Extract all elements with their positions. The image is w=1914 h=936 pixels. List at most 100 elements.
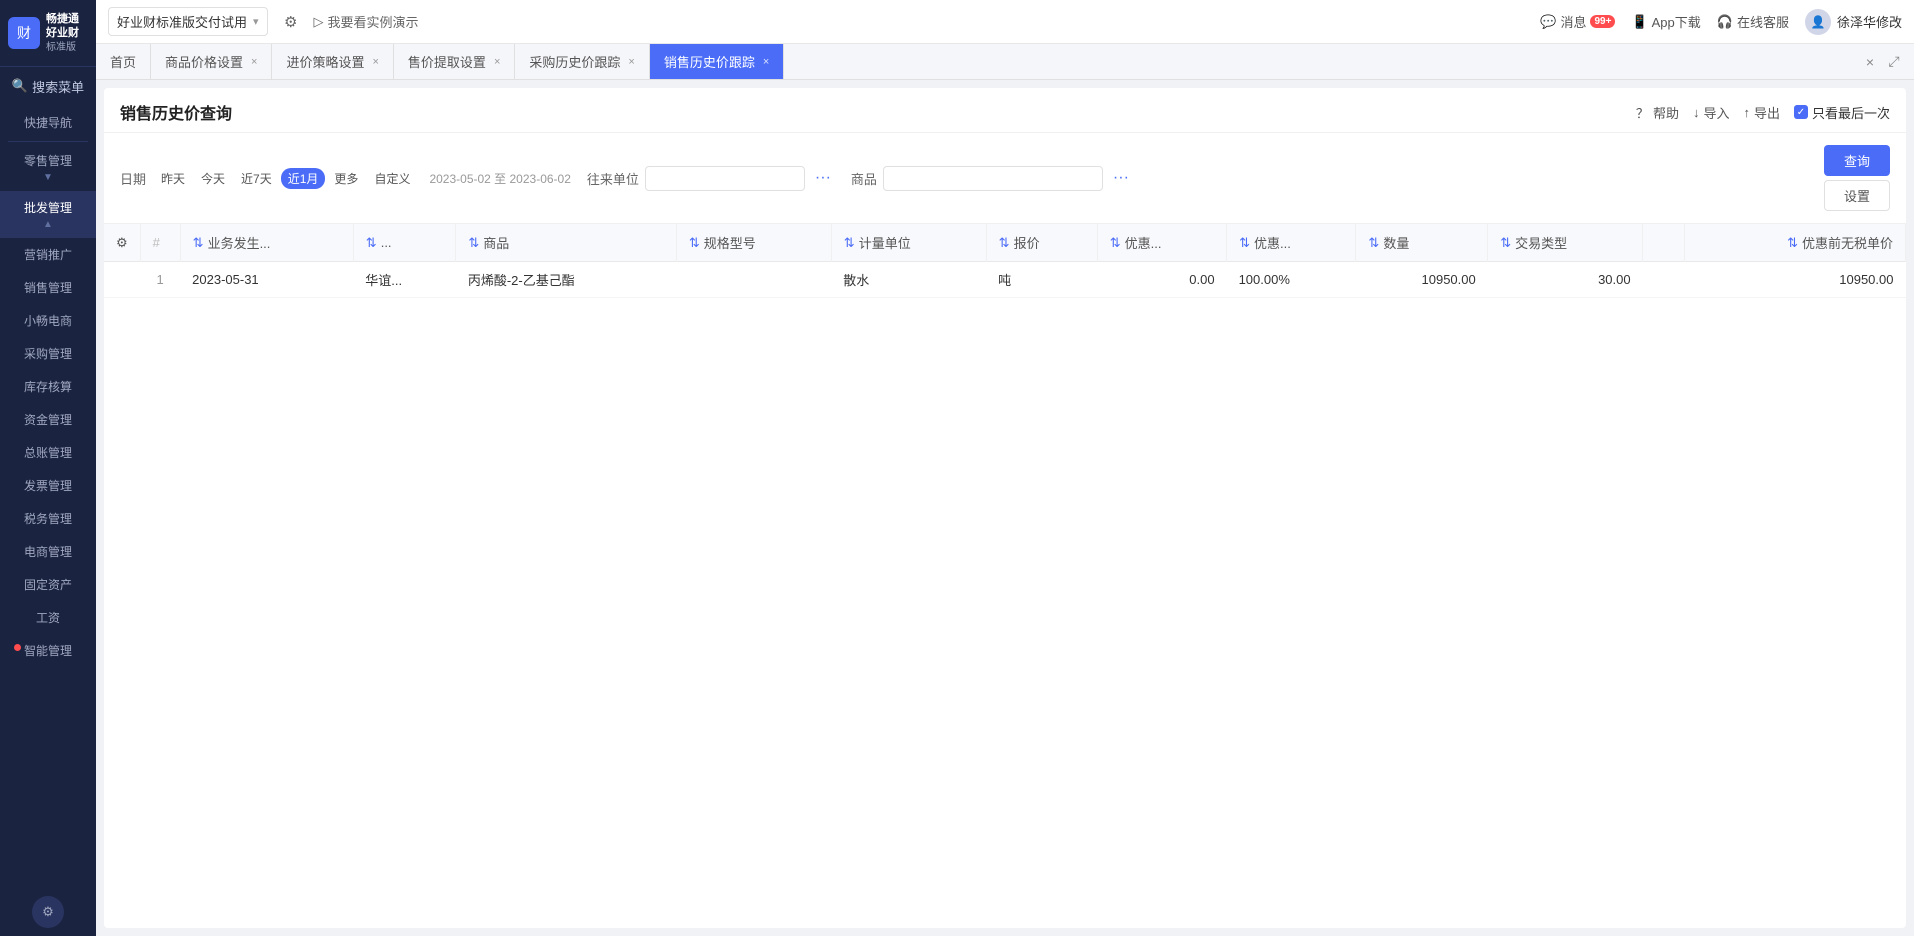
version-chevron-icon: ▾ [253,15,259,28]
td-txtype [1643,262,1685,298]
page-header-actions: ？ 帮助 ↓ 导入 ↑ 导出 ✓ 只看最后一次 [1636,103,1890,122]
logo-text: 畅捷通好业财 标准版 [46,12,88,54]
tab-sales-history[interactable]: 销售历史价跟踪 × [650,44,784,80]
only-last-checkbox[interactable]: ✓ 只看最后一次 [1794,103,1890,122]
sidebar-item-ecommerce[interactable]: 电商管理 [0,535,96,568]
query-button[interactable]: 查询 [1824,145,1890,176]
product-input[interactable] [883,166,1103,191]
sidebar: 财 畅捷通好业财 标准版 🔍 搜索菜单 快捷导航 零售管理 ▼ 批发管理 ▲ 营… [0,0,96,936]
sidebar-item-quick-nav[interactable]: 快捷导航 [0,106,96,139]
sidebar-item-wholesale[interactable]: 批发管理 ▲ [0,191,96,238]
th-gear[interactable]: ⚙ [104,224,140,262]
settings-button[interactable]: 设置 [1824,180,1890,211]
sidebar-settings-button[interactable]: ⚙ [32,896,64,928]
sidebar-item-purchase[interactable]: 采购管理 [0,337,96,370]
th-spec[interactable]: ⇅ 规格型号 [676,224,831,262]
table-row[interactable]: 1 2023-05-31 华谊... 丙烯酸-2-乙基己酯 [104,262,1906,298]
close-tab-panel-button[interactable]: × [1858,50,1882,74]
sidebar-item-assets[interactable]: 固定资产 [0,568,96,601]
wholesale-expand-icon: ▲ [43,219,53,230]
date-filter-group: 日期 昨天 今天 近7天 近1月 更多 自定义 2023-05-02 至 202… [120,168,571,189]
th-price[interactable]: ⇅ 报价 [986,224,1097,262]
sort-date-icon: ⇅ [193,235,204,251]
version-selector[interactable]: 好业财标准版交付试用 ▾ [108,7,268,36]
th-qty[interactable]: ⇅ 数量 [1356,224,1488,262]
tab-home[interactable]: 首页 [96,44,151,80]
product-filter-group: 商品 ··· [851,166,1133,191]
source-picker-button[interactable]: ··· [811,169,835,187]
td-discount1: 100.00% [1227,262,1356,298]
demo-button[interactable]: ▷ 我要看实例演示 [313,12,418,31]
source-input[interactable] [645,166,805,191]
tab-purchase-strategy[interactable]: 进价策略设置 × [272,44,393,80]
sidebar-item-finance[interactable]: 资金管理 [0,403,96,436]
user-menu-button[interactable]: 👤 徐泽华修改 [1805,9,1902,35]
th-seq: # [140,224,180,262]
source-filter-label: 往来单位 [587,169,639,188]
topbar-actions: 💬 消息 99+ 📱 App下载 🎧 在线客服 👤 徐泽华修改 [1540,9,1902,35]
tab-close-purchase-history[interactable]: × [628,56,634,68]
sidebar-bottom: ⚙ [0,888,96,936]
logo-icon: 财 [8,17,40,49]
tab-close-sales-history[interactable]: × [763,56,769,68]
topbar-settings-button[interactable]: ⚙ [280,9,301,35]
app-download-button[interactable]: 📱 App下载 [1631,12,1700,31]
sidebar-item-retail[interactable]: 零售管理 ▼ [0,144,96,191]
th-pretax[interactable]: ⇅ 优惠前无税单价 [1685,224,1906,262]
export-button[interactable]: ↑ 导出 [1743,103,1780,122]
check-icon: ✓ [1797,107,1805,118]
sidebar-item-inventory[interactable]: 库存核算 [0,370,96,403]
tab-sale-extract[interactable]: 售价提取设置 × [394,44,515,80]
sort-txtype-icon: ⇅ [1500,235,1511,251]
table-header-row: ⚙ # ⇅ 业务发生... ⇅ [104,224,1906,262]
td-price: 0.00 [1097,262,1226,298]
sort-unit-icon: ⇅ [844,235,855,251]
tab-close-sale-extract[interactable]: × [494,56,500,68]
tab-close-purchase-strategy[interactable]: × [372,56,378,68]
date-custom-button[interactable]: 自定义 [367,168,417,189]
tab-price-setting[interactable]: 商品价格设置 × [151,44,272,80]
checkbox-icon: ✓ [1794,105,1808,119]
date-last7-button[interactable]: 近7天 [234,168,279,189]
sidebar-divider-1 [8,141,88,142]
date-last1m-button[interactable]: 近1月 [281,168,326,189]
th-discount2[interactable]: ⇅ 优惠... [1227,224,1356,262]
th-unit[interactable]: ⇅ 计量单位 [831,224,986,262]
td-qty: 30.00 [1488,262,1643,298]
tab-close-price-setting[interactable]: × [251,56,257,68]
import-button[interactable]: ↓ 导入 [1693,103,1730,122]
sidebar-item-ecommerce-small[interactable]: 小畅电商 [0,304,96,337]
sidebar-item-sales[interactable]: 销售管理 [0,271,96,304]
td-gear [104,262,140,298]
date-more-button[interactable]: 更多 [327,168,365,189]
sidebar-item-accounting[interactable]: 总账管理 [0,436,96,469]
td-more: 华谊... [353,262,456,298]
sidebar-item-invoice[interactable]: 发票管理 [0,469,96,502]
avatar: 👤 [1805,9,1831,35]
expand-tab-panel-button[interactable]: ⤢ [1882,50,1906,74]
sidebar-item-marketing[interactable]: 营销推广 [0,238,96,271]
td-unit: 散水 [831,262,986,298]
sidebar-item-salary[interactable]: 工资 [0,601,96,634]
tab-purchase-history[interactable]: 采购历史价跟踪 × [515,44,649,80]
date-yesterday-button[interactable]: 昨天 [154,168,192,189]
sidebar-item-tax[interactable]: 税务管理 [0,502,96,535]
th-date[interactable]: ⇅ 业务发生... [180,224,353,262]
sidebar-search[interactable]: 🔍 搜索菜单 [0,67,96,106]
help-button[interactable]: ？ 帮助 [1636,103,1679,122]
sidebar-item-smart[interactable]: 智能管理 [0,634,96,667]
help-icon: ？ [1636,103,1649,122]
online-service-button[interactable]: 🎧 在线客服 [1717,12,1789,31]
td-spec [676,262,831,298]
date-range-text: 2023-05-02 至 2023-06-02 [429,170,570,187]
product-picker-button[interactable]: ··· [1109,169,1133,187]
main-area: 好业财标准版交付试用 ▾ ⚙ ▷ 我要看实例演示 💬 消息 99+ 📱 App下… [96,0,1914,936]
page-header: 销售历史价查询 ？ 帮助 ↓ 导入 ↑ 导出 ✓ 只 [104,88,1906,133]
th-product[interactable]: ⇅ 商品 [456,224,677,262]
th-more[interactable]: ⇅ ... [353,224,456,262]
table-area: ⚙ # ⇅ 业务发生... ⇅ [104,224,1906,928]
messages-button[interactable]: 💬 消息 99+ [1540,12,1615,31]
date-today-button[interactable]: 今天 [194,168,232,189]
th-txtype[interactable]: ⇅ 交易类型 [1488,224,1643,262]
th-discount1[interactable]: ⇅ 优惠... [1097,224,1226,262]
